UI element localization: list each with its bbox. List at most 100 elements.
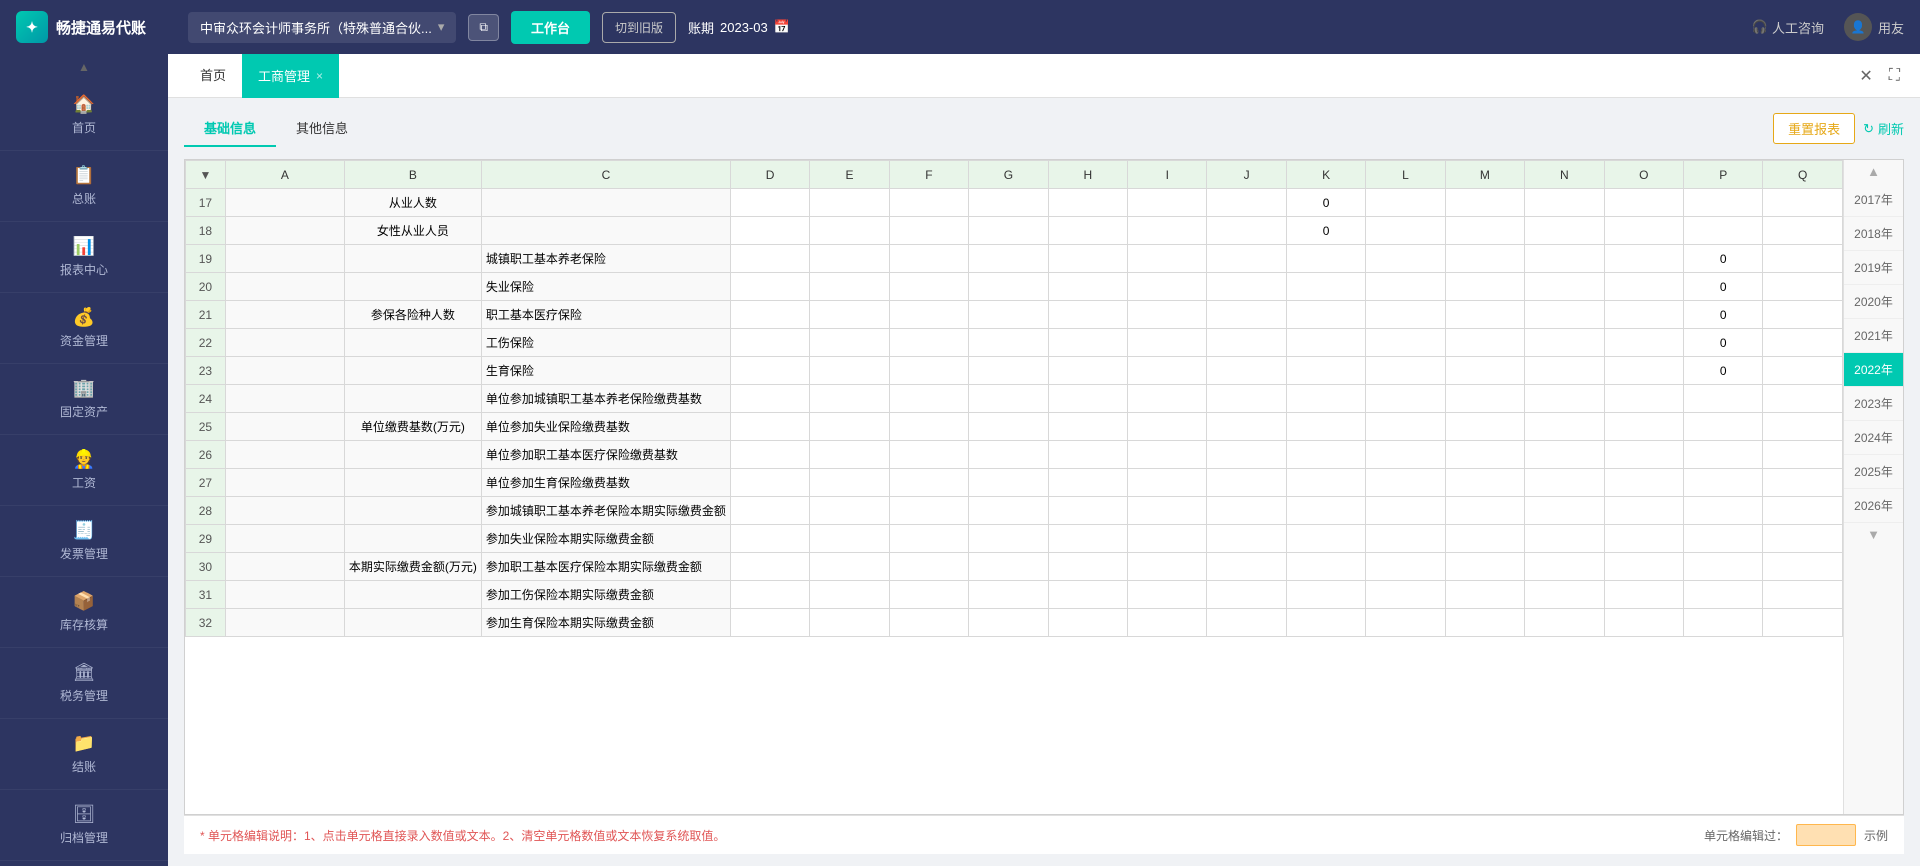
cell-a-32[interactable] <box>225 609 344 637</box>
copy-button[interactable]: ⧉ <box>468 14 499 41</box>
cell-n-29[interactable] <box>1525 525 1604 553</box>
cell-m-17[interactable] <box>1445 189 1524 217</box>
cell-j-17[interactable] <box>1207 189 1286 217</box>
cell-p-27[interactable] <box>1684 469 1763 497</box>
cell-p-19[interactable]: 0 <box>1684 245 1763 273</box>
cell-f-24[interactable] <box>889 385 968 413</box>
cell-q-17[interactable] <box>1763 189 1843 217</box>
year-scroll-down[interactable]: ▼ <box>1844 523 1903 546</box>
tab-commerce[interactable]: 工商管理 × <box>242 54 339 98</box>
cell-b-17[interactable]: 从业人数 <box>344 189 481 217</box>
year-item-2018年[interactable]: 2018年 <box>1844 217 1903 251</box>
cell-o-19[interactable] <box>1604 245 1683 273</box>
cell-j-19[interactable] <box>1207 245 1286 273</box>
cell-h-21[interactable] <box>1048 301 1127 329</box>
cell-m-29[interactable] <box>1445 525 1524 553</box>
cell-i-28[interactable] <box>1128 497 1207 525</box>
cell-o-22[interactable] <box>1604 329 1683 357</box>
cell-i-24[interactable] <box>1128 385 1207 413</box>
sidebar-item-ledger[interactable]: 📋 总账 <box>0 151 168 222</box>
cell-b-26[interactable] <box>344 441 481 469</box>
sub-tab-basic[interactable]: 基础信息 <box>184 110 276 147</box>
cell-c-32[interactable]: 参加生育保险本期实际缴费金额 <box>481 609 730 637</box>
cell-k-20[interactable] <box>1286 273 1365 301</box>
cell-m-21[interactable] <box>1445 301 1524 329</box>
cell-d-23[interactable] <box>730 357 809 385</box>
cell-f-21[interactable] <box>889 301 968 329</box>
cell-h-32[interactable] <box>1048 609 1127 637</box>
cell-i-23[interactable] <box>1128 357 1207 385</box>
cell-d-21[interactable] <box>730 301 809 329</box>
cell-g-24[interactable] <box>969 385 1048 413</box>
cell-b-29[interactable] <box>344 525 481 553</box>
tab-home[interactable]: 首页 <box>184 54 242 98</box>
cell-q-29[interactable] <box>1763 525 1843 553</box>
cell-d-25[interactable] <box>730 413 809 441</box>
cell-k-27[interactable] <box>1286 469 1365 497</box>
cell-e-32[interactable] <box>810 609 889 637</box>
cell-n-27[interactable] <box>1525 469 1604 497</box>
cell-o-25[interactable] <box>1604 413 1683 441</box>
cell-e-18[interactable] <box>810 217 889 245</box>
cell-q-19[interactable] <box>1763 245 1843 273</box>
cell-g-19[interactable] <box>969 245 1048 273</box>
tab-close-icon[interactable]: × <box>316 69 323 83</box>
cell-p-20[interactable]: 0 <box>1684 273 1763 301</box>
cell-p-32[interactable] <box>1684 609 1763 637</box>
cell-k-25[interactable] <box>1286 413 1365 441</box>
cell-l-17[interactable] <box>1366 189 1445 217</box>
cell-p-24[interactable] <box>1684 385 1763 413</box>
cell-c-28[interactable]: 参加城镇职工基本养老保险本期实际缴费金额 <box>481 497 730 525</box>
cell-e-19[interactable] <box>810 245 889 273</box>
cell-d-20[interactable] <box>730 273 809 301</box>
cell-q-28[interactable] <box>1763 497 1843 525</box>
sidebar-scroll-up[interactable]: ▲ <box>0 54 168 80</box>
cell-a-21[interactable] <box>225 301 344 329</box>
cell-h-20[interactable] <box>1048 273 1127 301</box>
sidebar-item-reports[interactable]: 📊 报表中心 <box>0 222 168 293</box>
cell-o-21[interactable] <box>1604 301 1683 329</box>
year-item-2026年[interactable]: 2026年 <box>1844 489 1903 523</box>
cell-o-26[interactable] <box>1604 441 1683 469</box>
cell-a-23[interactable] <box>225 357 344 385</box>
cell-b-21[interactable]: 参保各险种人数 <box>344 301 481 329</box>
cell-e-25[interactable] <box>810 413 889 441</box>
cell-i-17[interactable] <box>1128 189 1207 217</box>
cell-f-17[interactable] <box>889 189 968 217</box>
cell-m-24[interactable] <box>1445 385 1524 413</box>
company-selector[interactable]: 中审众环会计师事务所（特殊普通合伙... ▾ <box>188 12 456 43</box>
cell-c-24[interactable]: 单位参加城镇职工基本养老保险缴费基数 <box>481 385 730 413</box>
calendar-icon[interactable]: 📅 <box>774 19 790 35</box>
cell-k-17[interactable]: 0 <box>1286 189 1365 217</box>
cell-f-31[interactable] <box>889 581 968 609</box>
cell-e-17[interactable] <box>810 189 889 217</box>
cell-b-19[interactable] <box>344 245 481 273</box>
cell-m-26[interactable] <box>1445 441 1524 469</box>
cell-q-24[interactable] <box>1763 385 1843 413</box>
cell-b-30[interactable]: 本期实际缴费金额(万元) <box>344 553 481 581</box>
cell-h-29[interactable] <box>1048 525 1127 553</box>
cell-o-20[interactable] <box>1604 273 1683 301</box>
cell-n-26[interactable] <box>1525 441 1604 469</box>
cell-l-26[interactable] <box>1366 441 1445 469</box>
cell-p-22[interactable]: 0 <box>1684 329 1763 357</box>
cell-q-20[interactable] <box>1763 273 1843 301</box>
cell-j-21[interactable] <box>1207 301 1286 329</box>
cell-m-20[interactable] <box>1445 273 1524 301</box>
cell-k-26[interactable] <box>1286 441 1365 469</box>
cell-k-31[interactable] <box>1286 581 1365 609</box>
cell-l-22[interactable] <box>1366 329 1445 357</box>
cell-f-23[interactable] <box>889 357 968 385</box>
cell-o-24[interactable] <box>1604 385 1683 413</box>
cell-o-18[interactable] <box>1604 217 1683 245</box>
cell-c-20[interactable]: 失业保险 <box>481 273 730 301</box>
year-item-2023年[interactable]: 2023年 <box>1844 387 1903 421</box>
cell-e-22[interactable] <box>810 329 889 357</box>
cell-n-19[interactable] <box>1525 245 1604 273</box>
cell-n-30[interactable] <box>1525 553 1604 581</box>
cell-b-25[interactable]: 单位缴费基数(万元) <box>344 413 481 441</box>
cell-m-28[interactable] <box>1445 497 1524 525</box>
cell-b-27[interactable] <box>344 469 481 497</box>
year-item-2021年[interactable]: 2021年 <box>1844 319 1903 353</box>
cell-g-23[interactable] <box>969 357 1048 385</box>
